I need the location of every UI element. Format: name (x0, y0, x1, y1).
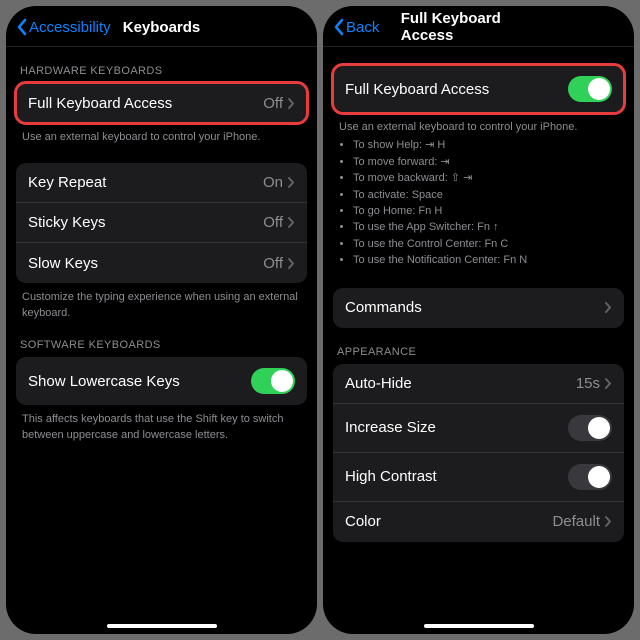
row-label: Key Repeat (28, 174, 263, 191)
row-label: Commands (345, 299, 604, 316)
group-hardware-options: Key Repeat On Sticky Keys Off Slow Keys … (16, 163, 307, 283)
toggle-high-contrast[interactable] (568, 464, 612, 490)
home-indicator[interactable] (424, 624, 534, 628)
row-full-keyboard-access-group: Full Keyboard Access Off (16, 83, 307, 123)
page-title: Keyboards (123, 19, 201, 36)
row-fka-toggle: Full Keyboard Access (333, 65, 624, 113)
chevron-right-icon (287, 176, 295, 189)
chevron-right-icon (604, 301, 612, 314)
tip-item: To use the Control Center: Fn C (353, 237, 618, 252)
back-label: Back (346, 19, 379, 36)
section-footer-software: This affects keyboards that use the Shif… (22, 412, 301, 443)
row-slow-keys[interactable]: Slow Keys Off (16, 243, 307, 283)
row-increase-size: Increase Size (333, 404, 624, 453)
navbar: Back Full Keyboard Access (323, 6, 634, 47)
row-color[interactable]: Color Default (333, 502, 624, 542)
section-footer-options: Customize the typing experience when usi… (22, 290, 301, 321)
row-show-lowercase: Show Lowercase Keys (16, 357, 307, 405)
tip-item: To move forward: ⇥ (353, 155, 618, 170)
tip-item: To move backward: ⇧ ⇥ (353, 171, 618, 186)
page-title: Full Keyboard Access (401, 10, 557, 44)
row-value: 15s (576, 375, 600, 392)
section-footer-fka: Use an external keyboard to control your… (339, 120, 618, 269)
back-label: Accessibility (29, 19, 111, 36)
toggle-increase-size[interactable] (568, 415, 612, 441)
group-software: Show Lowercase Keys (16, 357, 307, 405)
row-value: Default (552, 513, 600, 530)
row-label: Increase Size (345, 419, 568, 436)
chevron-right-icon (287, 97, 295, 110)
back-button[interactable]: Accessibility (16, 18, 111, 36)
navbar: Accessibility Keyboards (6, 6, 317, 47)
tip-item: To use the Notification Center: Fn N (353, 253, 618, 268)
row-label: Color (345, 513, 552, 530)
section-footer-hardware: Use an external keyboard to control your… (22, 130, 301, 145)
row-label: Slow Keys (28, 255, 263, 272)
chevron-left-icon (16, 18, 27, 36)
section-header-software: SOFTWARE KEYBOARDS (20, 339, 303, 351)
tip-item: To go Home: Fn H (353, 204, 618, 219)
row-key-repeat[interactable]: Key Repeat On (16, 163, 307, 203)
section-header-hardware: HARDWARE KEYBOARDS (20, 65, 303, 77)
row-label: Sticky Keys (28, 214, 263, 231)
row-label: Full Keyboard Access (345, 81, 568, 98)
toggle-fka[interactable] (568, 76, 612, 102)
chevron-right-icon (287, 216, 295, 229)
back-button[interactable]: Back (333, 18, 379, 36)
section-header-appearance: APPEARANCE (337, 346, 620, 358)
row-value: On (263, 174, 283, 191)
group-commands: Commands (333, 288, 624, 328)
screenshot-keyboards: Accessibility Keyboards HARDWARE KEYBOAR… (6, 6, 317, 634)
tip-item: To show Help: ⇥ H (353, 138, 618, 153)
row-label: High Contrast (345, 468, 568, 485)
tip-item: To use the App Switcher: Fn ↑ (353, 220, 618, 235)
chevron-right-icon (604, 377, 612, 390)
row-sticky-keys[interactable]: Sticky Keys Off (16, 203, 307, 243)
row-label: Full Keyboard Access (28, 95, 263, 112)
chevron-left-icon (333, 18, 344, 36)
row-label: Show Lowercase Keys (28, 373, 251, 390)
tips-list: To show Help: ⇥ H To move forward: ⇥To mo… (339, 138, 618, 268)
chevron-right-icon (287, 257, 295, 270)
toggle-show-lowercase[interactable] (251, 368, 295, 394)
row-commands[interactable]: Commands (333, 288, 624, 328)
footer-intro: Use an external keyboard to control your… (339, 121, 577, 133)
row-high-contrast: High Contrast (333, 453, 624, 502)
row-full-keyboard-access[interactable]: Full Keyboard Access Off (16, 83, 307, 123)
row-auto-hide[interactable]: Auto-Hide 15s (333, 364, 624, 404)
tip-item: To activate: Space (353, 188, 618, 203)
group-appearance: Auto-Hide 15s Increase Size High Contras… (333, 364, 624, 542)
content: Full Keyboard Access Use an external key… (323, 47, 634, 634)
screenshot-full-keyboard-access: Back Full Keyboard Access Full Keyboard … (323, 6, 634, 634)
chevron-right-icon (604, 515, 612, 528)
content: HARDWARE KEYBOARDS Full Keyboard Access … (6, 47, 317, 634)
home-indicator[interactable] (107, 624, 217, 628)
row-value: Off (263, 255, 283, 272)
row-value: Off (263, 95, 283, 112)
group-fka-toggle: Full Keyboard Access (333, 65, 624, 113)
row-value: Off (263, 214, 283, 231)
row-label: Auto-Hide (345, 375, 576, 392)
